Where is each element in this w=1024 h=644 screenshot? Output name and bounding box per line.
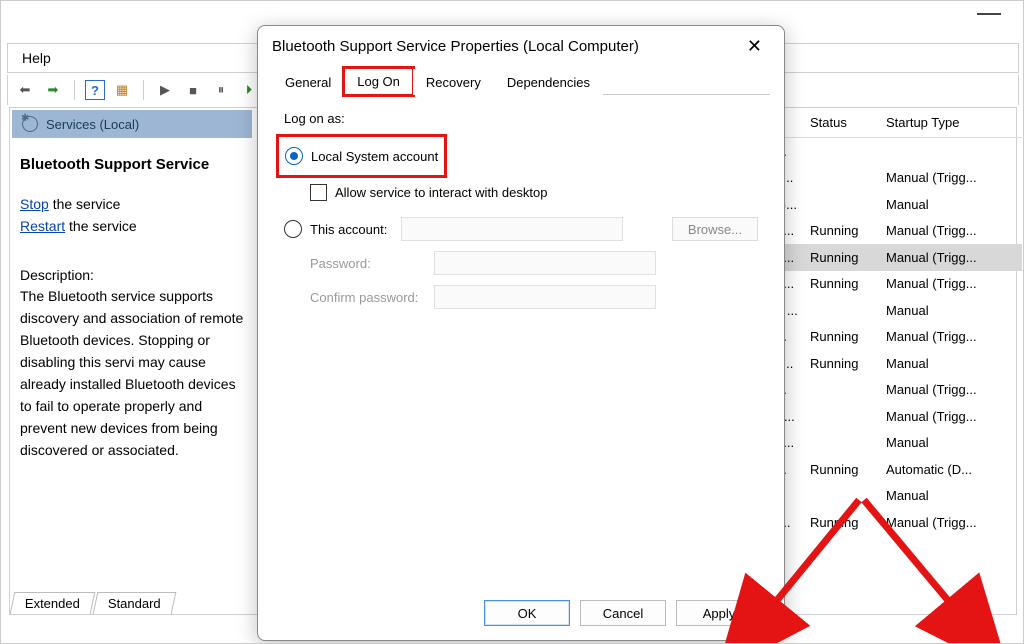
start-icon[interactable]: ▶ <box>154 79 176 101</box>
ok-button[interactable]: OK <box>484 600 570 626</box>
checkbox-allow-interact[interactable] <box>310 184 327 201</box>
stop-suffix: the service <box>49 196 121 212</box>
dialog-title: Bluetooth Support Service Properties (Lo… <box>272 38 639 55</box>
forward-icon[interactable]: ➡ <box>42 79 64 101</box>
stop-link[interactable]: Stop <box>20 196 49 212</box>
browse-button[interactable]: Browse... <box>672 217 758 241</box>
table-row[interactable]: o...RunningManual (Trigg... <box>776 244 1022 271</box>
services-icon <box>22 116 38 132</box>
table-row[interactable]: e ...Manual <box>776 297 1022 324</box>
logon-as-label: Log on as: <box>284 111 758 126</box>
stop-icon[interactable]: ■ <box>182 79 204 101</box>
allow-interact-label: Allow service to interact with desktop <box>335 185 547 200</box>
help-icon[interactable]: ? <box>85 80 105 100</box>
password-input <box>434 251 656 275</box>
service-name: Bluetooth Support Service <box>20 156 244 173</box>
this-account-label: This account: <box>310 222 387 237</box>
confirm-input <box>434 285 656 309</box>
cancel-button[interactable]: Cancel <box>580 600 666 626</box>
table-row[interactable]: ...Manual (Trigg... <box>776 377 1022 404</box>
radio-this-account[interactable] <box>284 220 302 238</box>
services-list: n Status Startup Type ...s...Manual (Tri… <box>776 107 1022 615</box>
table-row[interactable]: r ...Manual (Trigg... <box>776 403 1022 430</box>
properties-icon[interactable]: ▦ <box>111 79 133 101</box>
password-label: Password: <box>310 256 420 271</box>
col-status[interactable]: Status <box>806 115 882 130</box>
tab-dependencies[interactable]: Dependencies <box>494 69 603 95</box>
table-row[interactable]: ...RunningAutomatic (D... <box>776 456 1022 483</box>
local-system-label: Local System account <box>311 149 438 164</box>
table-row[interactable]: p...RunningManual (Trigg... <box>776 218 1022 245</box>
restart-suffix: the service <box>65 218 137 234</box>
table-row[interactable]: o...RunningManual (Trigg... <box>776 271 1022 298</box>
description-label: Description: <box>20 267 244 283</box>
table-row[interactable]: G...Manual <box>776 191 1022 218</box>
table-row[interactable]: s...Manual (Trigg... <box>776 165 1022 192</box>
back-icon[interactable]: ⬅ <box>14 79 36 101</box>
table-row[interactable]: t...RunningManual (Trigg... <box>776 509 1022 536</box>
properties-dialog: Bluetooth Support Service Properties (Lo… <box>257 25 785 641</box>
confirm-label: Confirm password: <box>310 290 420 305</box>
details-pane: Bluetooth Support Service Stop the servi… <box>12 142 252 582</box>
bottom-tabs: Extended Standard <box>12 588 232 614</box>
window-minimize-icon[interactable] <box>977 13 1001 15</box>
section-title: Services (Local) <box>46 117 139 132</box>
radio-local-system[interactable] <box>285 147 303 165</box>
col-startup[interactable]: Startup Type <box>882 115 1016 130</box>
tab-recovery[interactable]: Recovery <box>413 69 494 95</box>
description-text: The Bluetooth service supports discovery… <box>20 285 244 461</box>
section-header: Services (Local) <box>12 110 252 138</box>
list-header: n Status Startup Type <box>776 107 1022 138</box>
tab-extended[interactable]: Extended <box>10 592 96 614</box>
restart-link[interactable]: Restart <box>20 218 65 234</box>
tab-standard[interactable]: Standard <box>93 592 176 614</box>
table-row[interactable]: fr...Manual <box>776 430 1022 457</box>
close-icon[interactable]: ✕ <box>739 32 770 61</box>
pause-icon[interactable]: ⏸ <box>210 79 232 101</box>
table-row[interactable]: Manual <box>776 483 1022 510</box>
tab-general[interactable]: General <box>272 69 344 95</box>
account-input[interactable] <box>401 217 623 241</box>
apply-button[interactable]: Apply <box>676 600 762 626</box>
table-row[interactable]: ti...RunningManual <box>776 350 1022 377</box>
menu-help[interactable]: Help <box>22 50 51 66</box>
table-row[interactable]: ...RunningManual (Trigg... <box>776 324 1022 351</box>
tab-log-on[interactable]: Log On <box>344 68 413 95</box>
table-row[interactable]: ... <box>776 138 1022 165</box>
